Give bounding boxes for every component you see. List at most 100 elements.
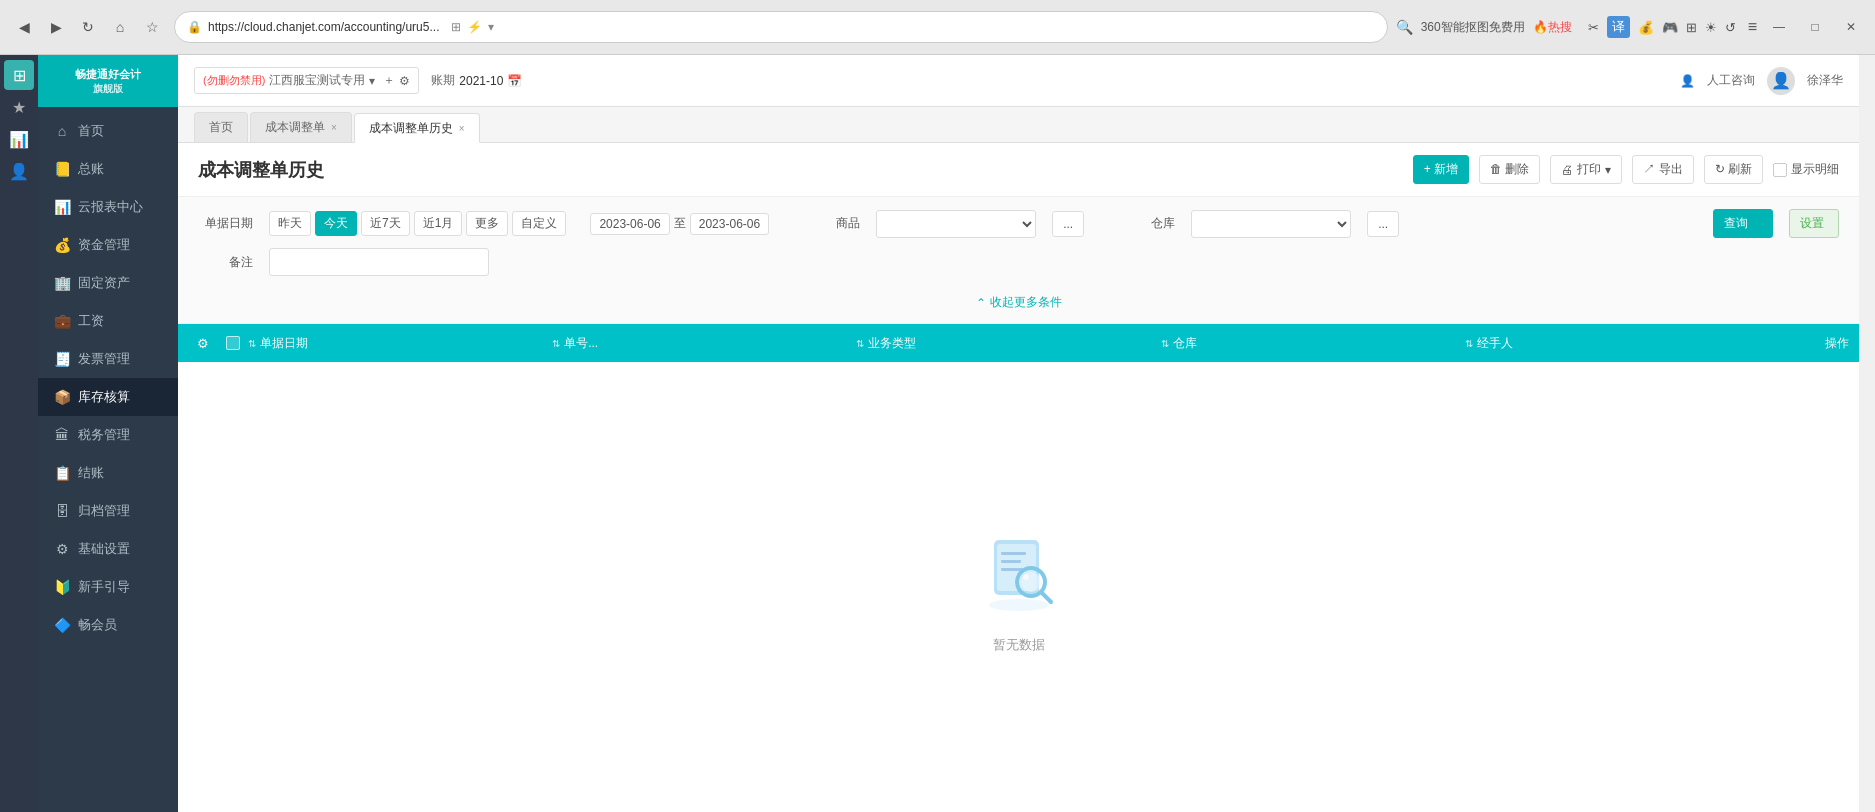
query-button[interactable]: 查询	[1713, 209, 1773, 238]
delete-button[interactable]: 🗑 删除	[1479, 155, 1540, 184]
tab-cost-adjustment-history-close[interactable]: ×	[459, 123, 465, 134]
right-scrollbar[interactable]	[1859, 55, 1875, 812]
th-action: 操作	[1769, 335, 1849, 352]
export-button[interactable]: ↗ 导出	[1632, 155, 1693, 184]
th-warehouse[interactable]: ⇅ 仓库	[1161, 335, 1465, 352]
th-number[interactable]: ⇅ 单号...	[552, 335, 856, 352]
quick-btn-custom[interactable]: 自定义	[512, 211, 566, 236]
display-toggle-checkbox[interactable]	[1773, 163, 1787, 177]
quick-btn-1month[interactable]: 近1月	[414, 211, 463, 236]
date-from[interactable]: 2023-06-06	[590, 213, 669, 235]
browser-nav-buttons: ◀ ▶ ↻ ⌂ ☆	[10, 13, 166, 41]
icon-sidebar: ⊞ ★ 📊 👤	[0, 55, 38, 812]
sidebar-item-archive-management[interactable]: 🗄 归档管理	[38, 492, 178, 530]
add-company-icon[interactable]: ＋	[383, 72, 395, 89]
sidebar-item-home[interactable]: ⌂ 首页	[38, 112, 178, 150]
game-icon[interactable]: 🎮	[1662, 20, 1678, 35]
sidebar-item-membership[interactable]: 🔷 畅会员	[38, 606, 178, 644]
th-warehouse-label: 仓库	[1173, 335, 1197, 352]
sidebar-item-fixed-assets[interactable]: 🏢 固定资产	[38, 264, 178, 302]
home-button[interactable]: ⌂	[106, 13, 134, 41]
undo-icon[interactable]: ↺	[1725, 20, 1736, 35]
dropdown-icon[interactable]: ▾	[488, 20, 494, 34]
translate-icon[interactable]: 译	[1607, 16, 1630, 38]
tax-icon: 🏛	[54, 427, 70, 443]
icon-sidebar-star[interactable]: ★	[4, 92, 34, 122]
star-button[interactable]: ☆	[138, 13, 166, 41]
maximize-button[interactable]: □	[1801, 13, 1829, 41]
tab-cost-adjustment[interactable]: 成本调整单 ×	[250, 112, 352, 142]
sidebar-label-salary: 工资	[78, 312, 104, 330]
tab-cost-adjustment-history[interactable]: 成本调整单历史 ×	[354, 113, 480, 143]
quick-btn-today[interactable]: 今天	[315, 211, 357, 236]
sun-icon[interactable]: ☀	[1705, 20, 1717, 35]
sidebar-item-closing[interactable]: 📋 结账	[38, 454, 178, 492]
tab-cost-adjustment-close[interactable]: ×	[331, 122, 337, 133]
icon-sidebar-person[interactable]: 👤	[4, 156, 34, 186]
address-bar[interactable]: 🔒 https://cloud.chanjet.com/accounting/u…	[174, 11, 1388, 43]
print-label: 打印	[1577, 161, 1601, 178]
filter-settings-button[interactable]: 设置	[1789, 209, 1839, 238]
company-name: 江西服宝测试专用	[269, 72, 365, 89]
date-to[interactable]: 2023-06-06	[690, 213, 769, 235]
sidebar-item-inventory[interactable]: 📦 库存核算	[38, 378, 178, 416]
main-sidebar: 畅捷通好会计 旗舰版 ⌂ 首页 📒 总账 📊 云报表中心 💰 资金管理 �	[38, 55, 178, 812]
th-business-type-label: 业务类型	[868, 335, 916, 352]
goods-filter-select[interactable]	[876, 210, 1036, 238]
date-separator: 至	[674, 215, 686, 232]
customer-service-label[interactable]: 人工咨询	[1707, 72, 1755, 89]
th-date[interactable]: ⇅ 单据日期	[248, 335, 552, 352]
calendar-icon[interactable]: 📅	[507, 74, 522, 88]
username[interactable]: 徐泽华	[1807, 72, 1843, 89]
refresh-button[interactable]: ↻	[74, 13, 102, 41]
tab-cost-adjustment-history-label: 成本调整单历史	[369, 120, 453, 137]
table-settings-button[interactable]: ⚙	[188, 336, 218, 351]
quick-btn-yesterday[interactable]: 昨天	[269, 211, 311, 236]
print-button[interactable]: 🖨 打印 ▾	[1550, 155, 1622, 184]
forward-button[interactable]: ▶	[42, 13, 70, 41]
display-toggle: 显示明细	[1773, 161, 1839, 178]
menu-icon[interactable]: ≡	[1748, 18, 1757, 36]
tab-home[interactable]: 首页	[194, 112, 248, 142]
wallet-icon[interactable]: 💰	[1638, 20, 1654, 35]
grid-icon[interactable]: ⊞	[1686, 20, 1697, 35]
th-business-type[interactable]: ⇅ 业务类型	[856, 335, 1160, 352]
sidebar-item-salary[interactable]: 💼 工资	[38, 302, 178, 340]
quick-btn-7days[interactable]: 近7天	[361, 211, 410, 236]
lightning-icon[interactable]: ⚡	[467, 20, 482, 34]
sidebar-label-home: 首页	[78, 122, 104, 140]
top-bar: (勿删勿禁用) 江西服宝测试专用 ▾ ＋ ⚙ 账期 2021-10 📅 👤 人工…	[178, 55, 1859, 107]
minimize-button[interactable]: —	[1765, 13, 1793, 41]
scissors-icon[interactable]: ✂	[1588, 20, 1599, 35]
sidebar-item-basic-settings[interactable]: ⚙ 基础设置	[38, 530, 178, 568]
company-selector[interactable]: (勿删勿禁用) 江西服宝测试专用 ▾ ＋ ⚙	[194, 67, 419, 94]
collapse-filter-button[interactable]: ⌃ 收起更多条件	[976, 294, 1062, 311]
sidebar-item-tax-management[interactable]: 🏛 税务管理	[38, 416, 178, 454]
customer-service-icon[interactable]: 👤	[1680, 74, 1695, 88]
sidebar-item-invoice-management[interactable]: 🧾 发票管理	[38, 340, 178, 378]
select-all-checkbox[interactable]	[226, 336, 240, 350]
sidebar-item-general-ledger[interactable]: 📒 总账	[38, 150, 178, 188]
close-button[interactable]: ✕	[1837, 13, 1865, 41]
sidebar-item-fund-management[interactable]: 💰 资金管理	[38, 226, 178, 264]
print-dropdown-icon: ▾	[1605, 163, 1611, 177]
new-button[interactable]: + 新增	[1413, 155, 1469, 184]
back-button[interactable]: ◀	[10, 13, 38, 41]
sidebar-item-report-center[interactable]: 📊 云报表中心	[38, 188, 178, 226]
company-settings-icon[interactable]: ⚙	[399, 74, 410, 88]
quick-btn-more[interactable]: 更多	[466, 211, 508, 236]
warehouse-more-button[interactable]: ...	[1367, 211, 1399, 237]
remark-filter-input[interactable]	[269, 248, 489, 276]
th-handler[interactable]: ⇅ 经手人	[1465, 335, 1769, 352]
icon-sidebar-chart[interactable]: 📊	[4, 124, 34, 154]
sidebar-item-new-guide[interactable]: 🔰 新手引导	[38, 568, 178, 606]
icon-sidebar-main[interactable]: ⊞	[4, 60, 34, 90]
goods-more-button[interactable]: ...	[1052, 211, 1084, 237]
table-select-all[interactable]	[218, 336, 248, 350]
warehouse-filter-select[interactable]	[1191, 210, 1351, 238]
hot-label: 🔥热搜	[1533, 19, 1572, 36]
guide-icon: 🔰	[54, 579, 70, 595]
refresh-button[interactable]: ↻ 刷新	[1704, 155, 1763, 184]
browser-menu-icon[interactable]: ⊞	[451, 20, 461, 34]
search-icon[interactable]: 🔍	[1396, 19, 1413, 35]
